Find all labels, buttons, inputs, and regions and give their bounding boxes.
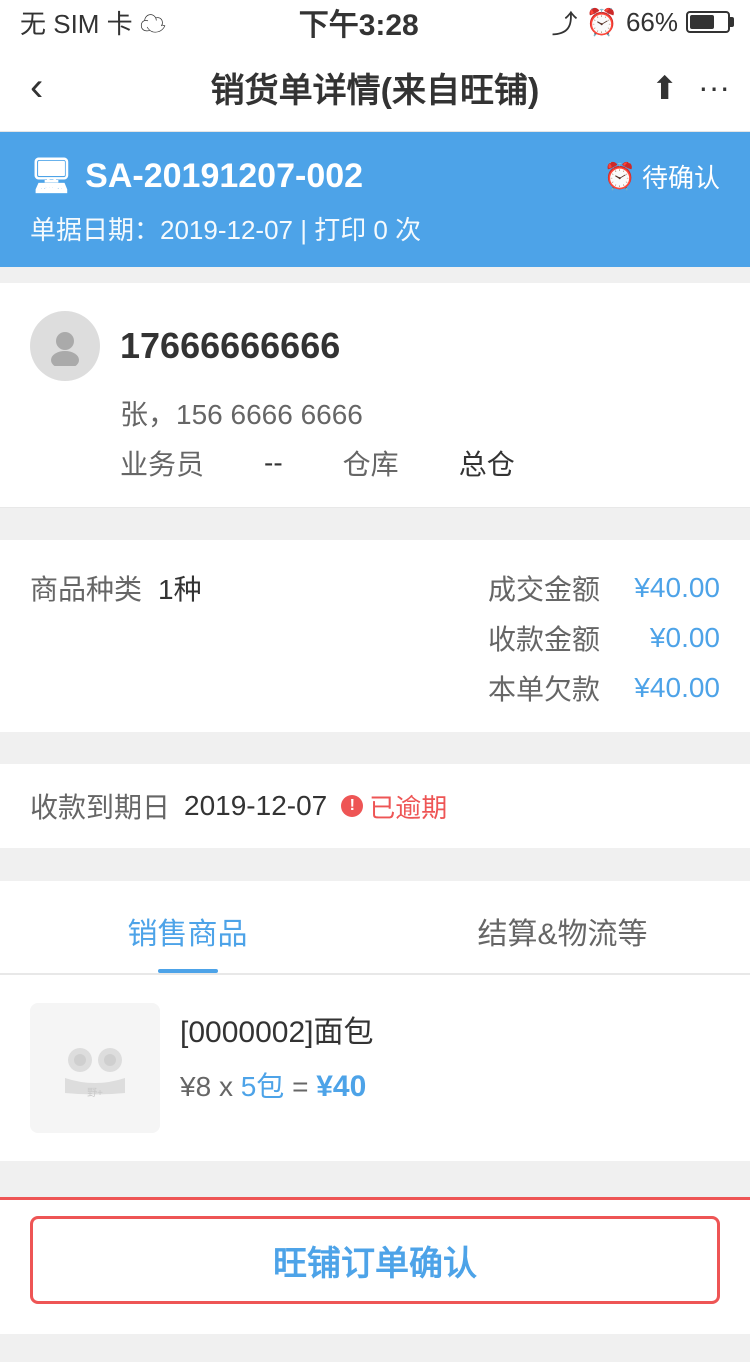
type-label: 商品种类: [30, 568, 142, 608]
alarm-icon: ⏰: [586, 7, 618, 38]
overdue-badge: ! 已逾期: [341, 788, 447, 825]
amount-right: 成交金额 ¥40.00 收款金额 ¥0.00 本单欠款 ¥40.00: [488, 568, 720, 708]
tab-sales-products[interactable]: 销售商品: [0, 881, 375, 973]
transaction-label: 成交金额: [488, 568, 600, 608]
battery-text: 66%: [626, 7, 678, 38]
sim-text: 无 SIM 卡 ☁: [20, 4, 166, 41]
status-bar-time: 下午3:28: [299, 0, 419, 44]
sales-label: 业务员: [120, 443, 204, 483]
overdue-text: 已逾期: [369, 788, 447, 825]
overdue-icon: !: [341, 795, 363, 817]
warehouse-label: 仓库: [343, 443, 399, 483]
svg-text:野+: 野+: [87, 1087, 103, 1098]
warehouse-value: 总仓: [459, 443, 515, 483]
bottom-bar: 旺铺订单确认: [0, 1197, 750, 1334]
product-price: ¥8: [180, 1071, 211, 1102]
equals-sign: =: [292, 1071, 316, 1102]
confirm-order-button[interactable]: 旺铺订单确认: [30, 1216, 720, 1304]
battery-fill: [690, 15, 714, 29]
order-id-text: SA-20191207-002: [85, 157, 363, 196]
customer-info-row: 业务员 -- 仓库 总仓: [30, 443, 720, 483]
order-id: 🖥 SA-20191207-002: [30, 156, 363, 196]
status-bar-right: ⤴ ⏰ 66%: [552, 4, 730, 41]
customer-phone: 17666666666: [120, 325, 340, 367]
nav-bar: ‹ 销货单详情(来自旺铺) ⬆ ···: [0, 44, 750, 132]
share-icon[interactable]: ⬆: [651, 69, 678, 107]
product-total: ¥40: [316, 1070, 366, 1103]
overdue-section: 收款到期日 2019-12-07 ! 已逾期: [0, 764, 750, 849]
order-icon: 🖥: [30, 156, 73, 196]
received-item: 收款金额 ¥0.00: [488, 618, 720, 658]
type-value: 1种: [158, 568, 202, 608]
tab-settlement-logistics-label: 结算&物流等: [477, 918, 647, 951]
tab-sales-products-label: 销售商品: [128, 918, 248, 951]
transaction-item: 成交金额 ¥40.00: [488, 568, 720, 608]
sales-value: --: [264, 447, 283, 479]
product-price-row: ¥8 x 5包 = ¥40: [180, 1065, 720, 1105]
product-info: [0000002]面包 ¥8 x 5包 = ¥40: [180, 1003, 720, 1105]
overdue-date: 2019-12-07: [184, 790, 327, 822]
product-qty: 5包: [241, 1071, 285, 1102]
divider-3: [0, 849, 750, 865]
customer-section: 17666666666 张，156 6666 6666 业务员 -- 仓库 总仓: [0, 283, 750, 508]
battery-icon: [686, 11, 730, 33]
received-value: ¥0.00: [620, 622, 720, 654]
page-title: 销货单详情(来自旺铺): [211, 63, 540, 112]
debt-value: ¥40.00: [620, 672, 720, 704]
tabs-row: 销售商品 结算&物流等: [0, 881, 750, 974]
debt-label: 本单欠款: [488, 668, 600, 708]
amount-left: 商品种类 1种: [30, 568, 202, 608]
transaction-value: ¥40.00: [620, 572, 720, 604]
more-icon[interactable]: ···: [698, 69, 730, 106]
received-label: 收款金额: [488, 618, 600, 658]
status-clock-icon: ⏰: [604, 161, 636, 192]
status-text: 待确认: [642, 158, 720, 195]
product-list: 野+ [0000002]面包 ¥8 x 5包 = ¥40: [0, 975, 750, 1162]
customer-row: 17666666666: [30, 311, 720, 381]
product-thumbnail: 野+: [30, 1003, 160, 1133]
overdue-label: 收款到期日: [30, 786, 170, 826]
order-header: 🖥 SA-20191207-002 ⏰ 待确认 单据日期：2019-12-07 …: [0, 132, 750, 267]
order-status: ⏰ 待确认: [604, 158, 720, 195]
status-bar-left: 无 SIM 卡 ☁: [20, 4, 166, 41]
debt-item: 本单欠款 ¥40.00: [488, 668, 720, 708]
back-button[interactable]: ‹: [20, 55, 53, 120]
avatar: [30, 311, 100, 381]
location-icon: ⤴: [552, 4, 578, 41]
product-name: [0000002]面包: [180, 1007, 720, 1051]
nav-actions: ⬆ ···: [651, 69, 730, 107]
divider-2: [0, 732, 750, 748]
order-meta: 单据日期：2019-12-07 | 打印 0 次: [30, 210, 720, 247]
tab-underline: [158, 969, 218, 973]
amount-row: 商品种类 1种 成交金额 ¥40.00 收款金额 ¥0.00 本单欠款 ¥40.…: [30, 568, 720, 708]
amount-section: 商品种类 1种 成交金额 ¥40.00 收款金额 ¥0.00 本单欠款 ¥40.…: [0, 540, 750, 732]
tab-settlement-logistics[interactable]: 结算&物流等: [375, 881, 750, 973]
table-row: 野+ [0000002]面包 ¥8 x 5包 = ¥40: [0, 975, 750, 1162]
order-header-top: 🖥 SA-20191207-002 ⏰ 待确认: [30, 156, 720, 196]
multiply-sign: x: [219, 1071, 241, 1102]
status-bar: 无 SIM 卡 ☁ 下午3:28 ⤴ ⏰ 66%: [0, 0, 750, 44]
divider-1: [0, 508, 750, 524]
customer-name: 张，156 6666 6666: [30, 393, 720, 433]
tabs-section: 销售商品 结算&物流等: [0, 881, 750, 975]
